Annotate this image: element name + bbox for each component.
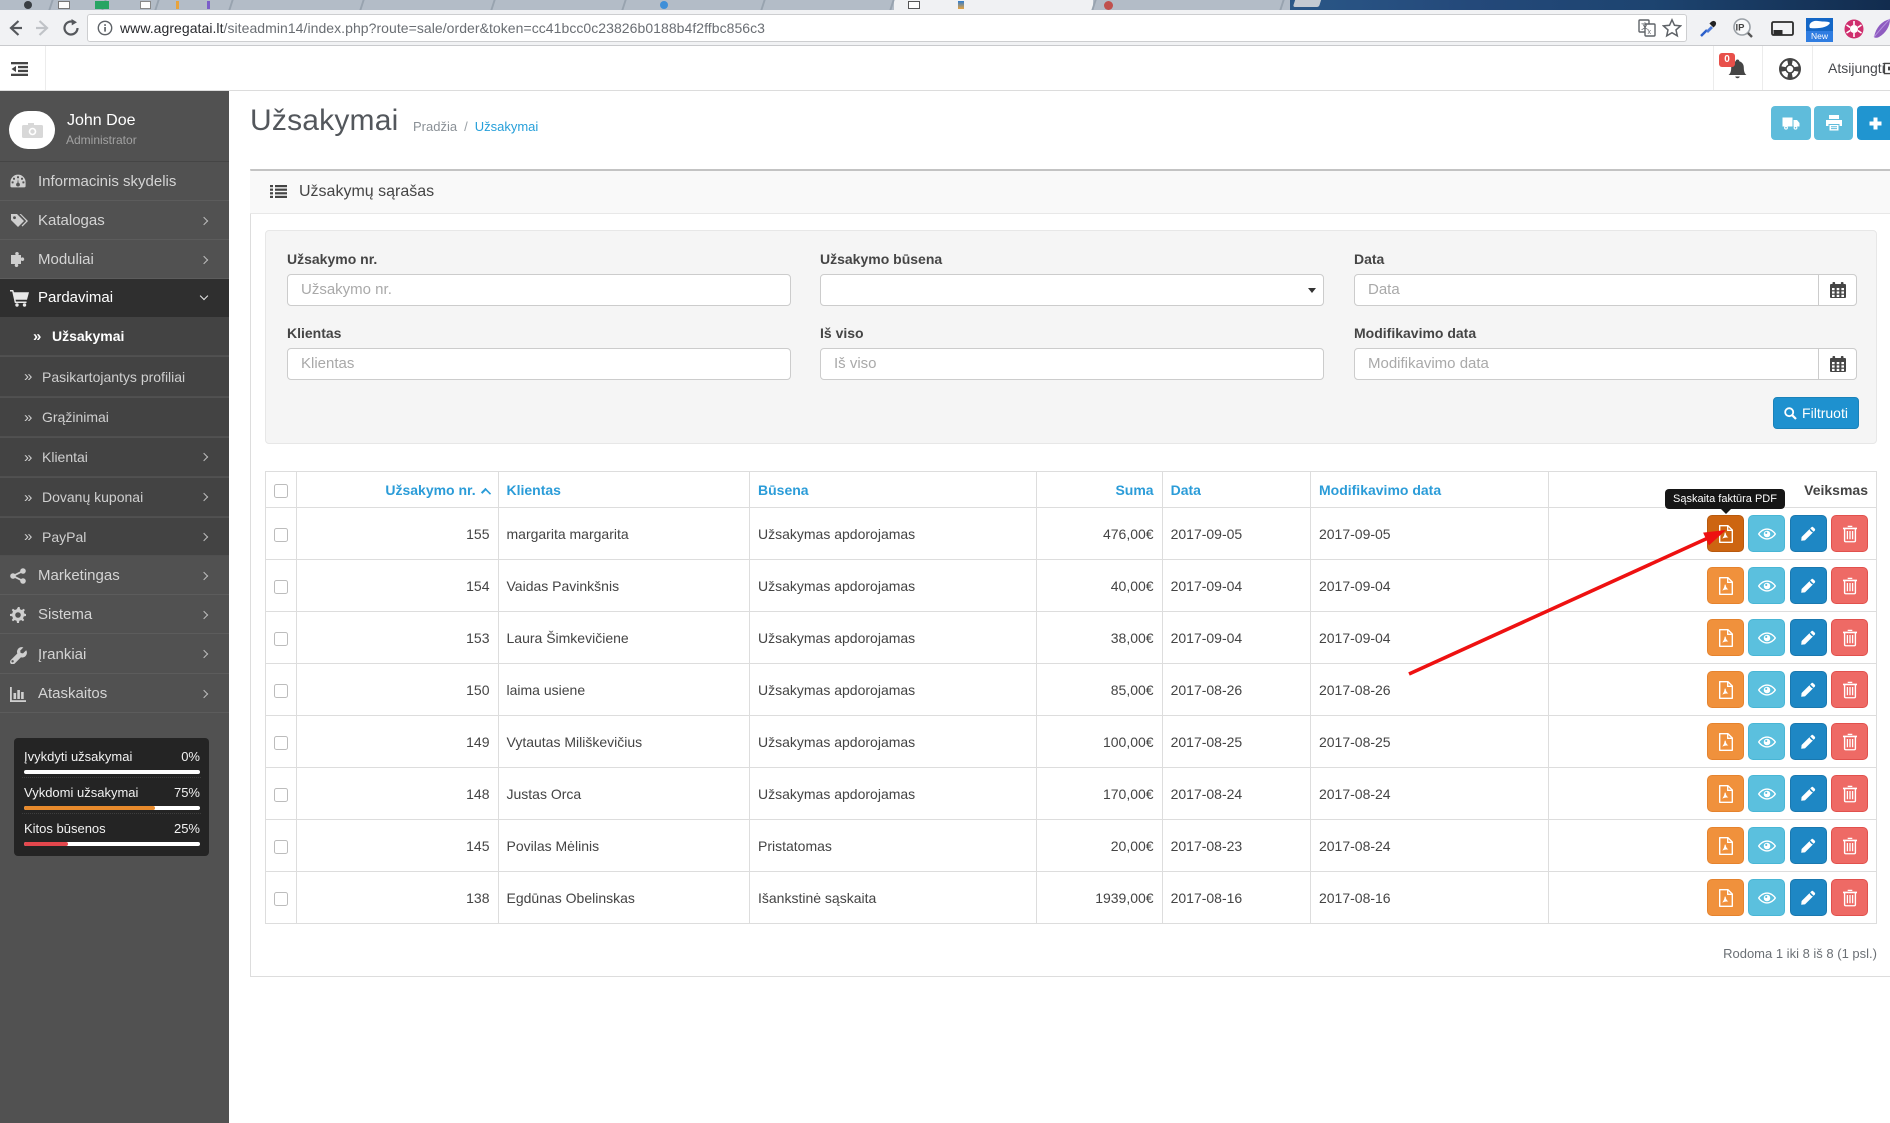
svg-text:x: x xyxy=(1648,29,1652,36)
svg-text:IP: IP xyxy=(1736,23,1746,34)
